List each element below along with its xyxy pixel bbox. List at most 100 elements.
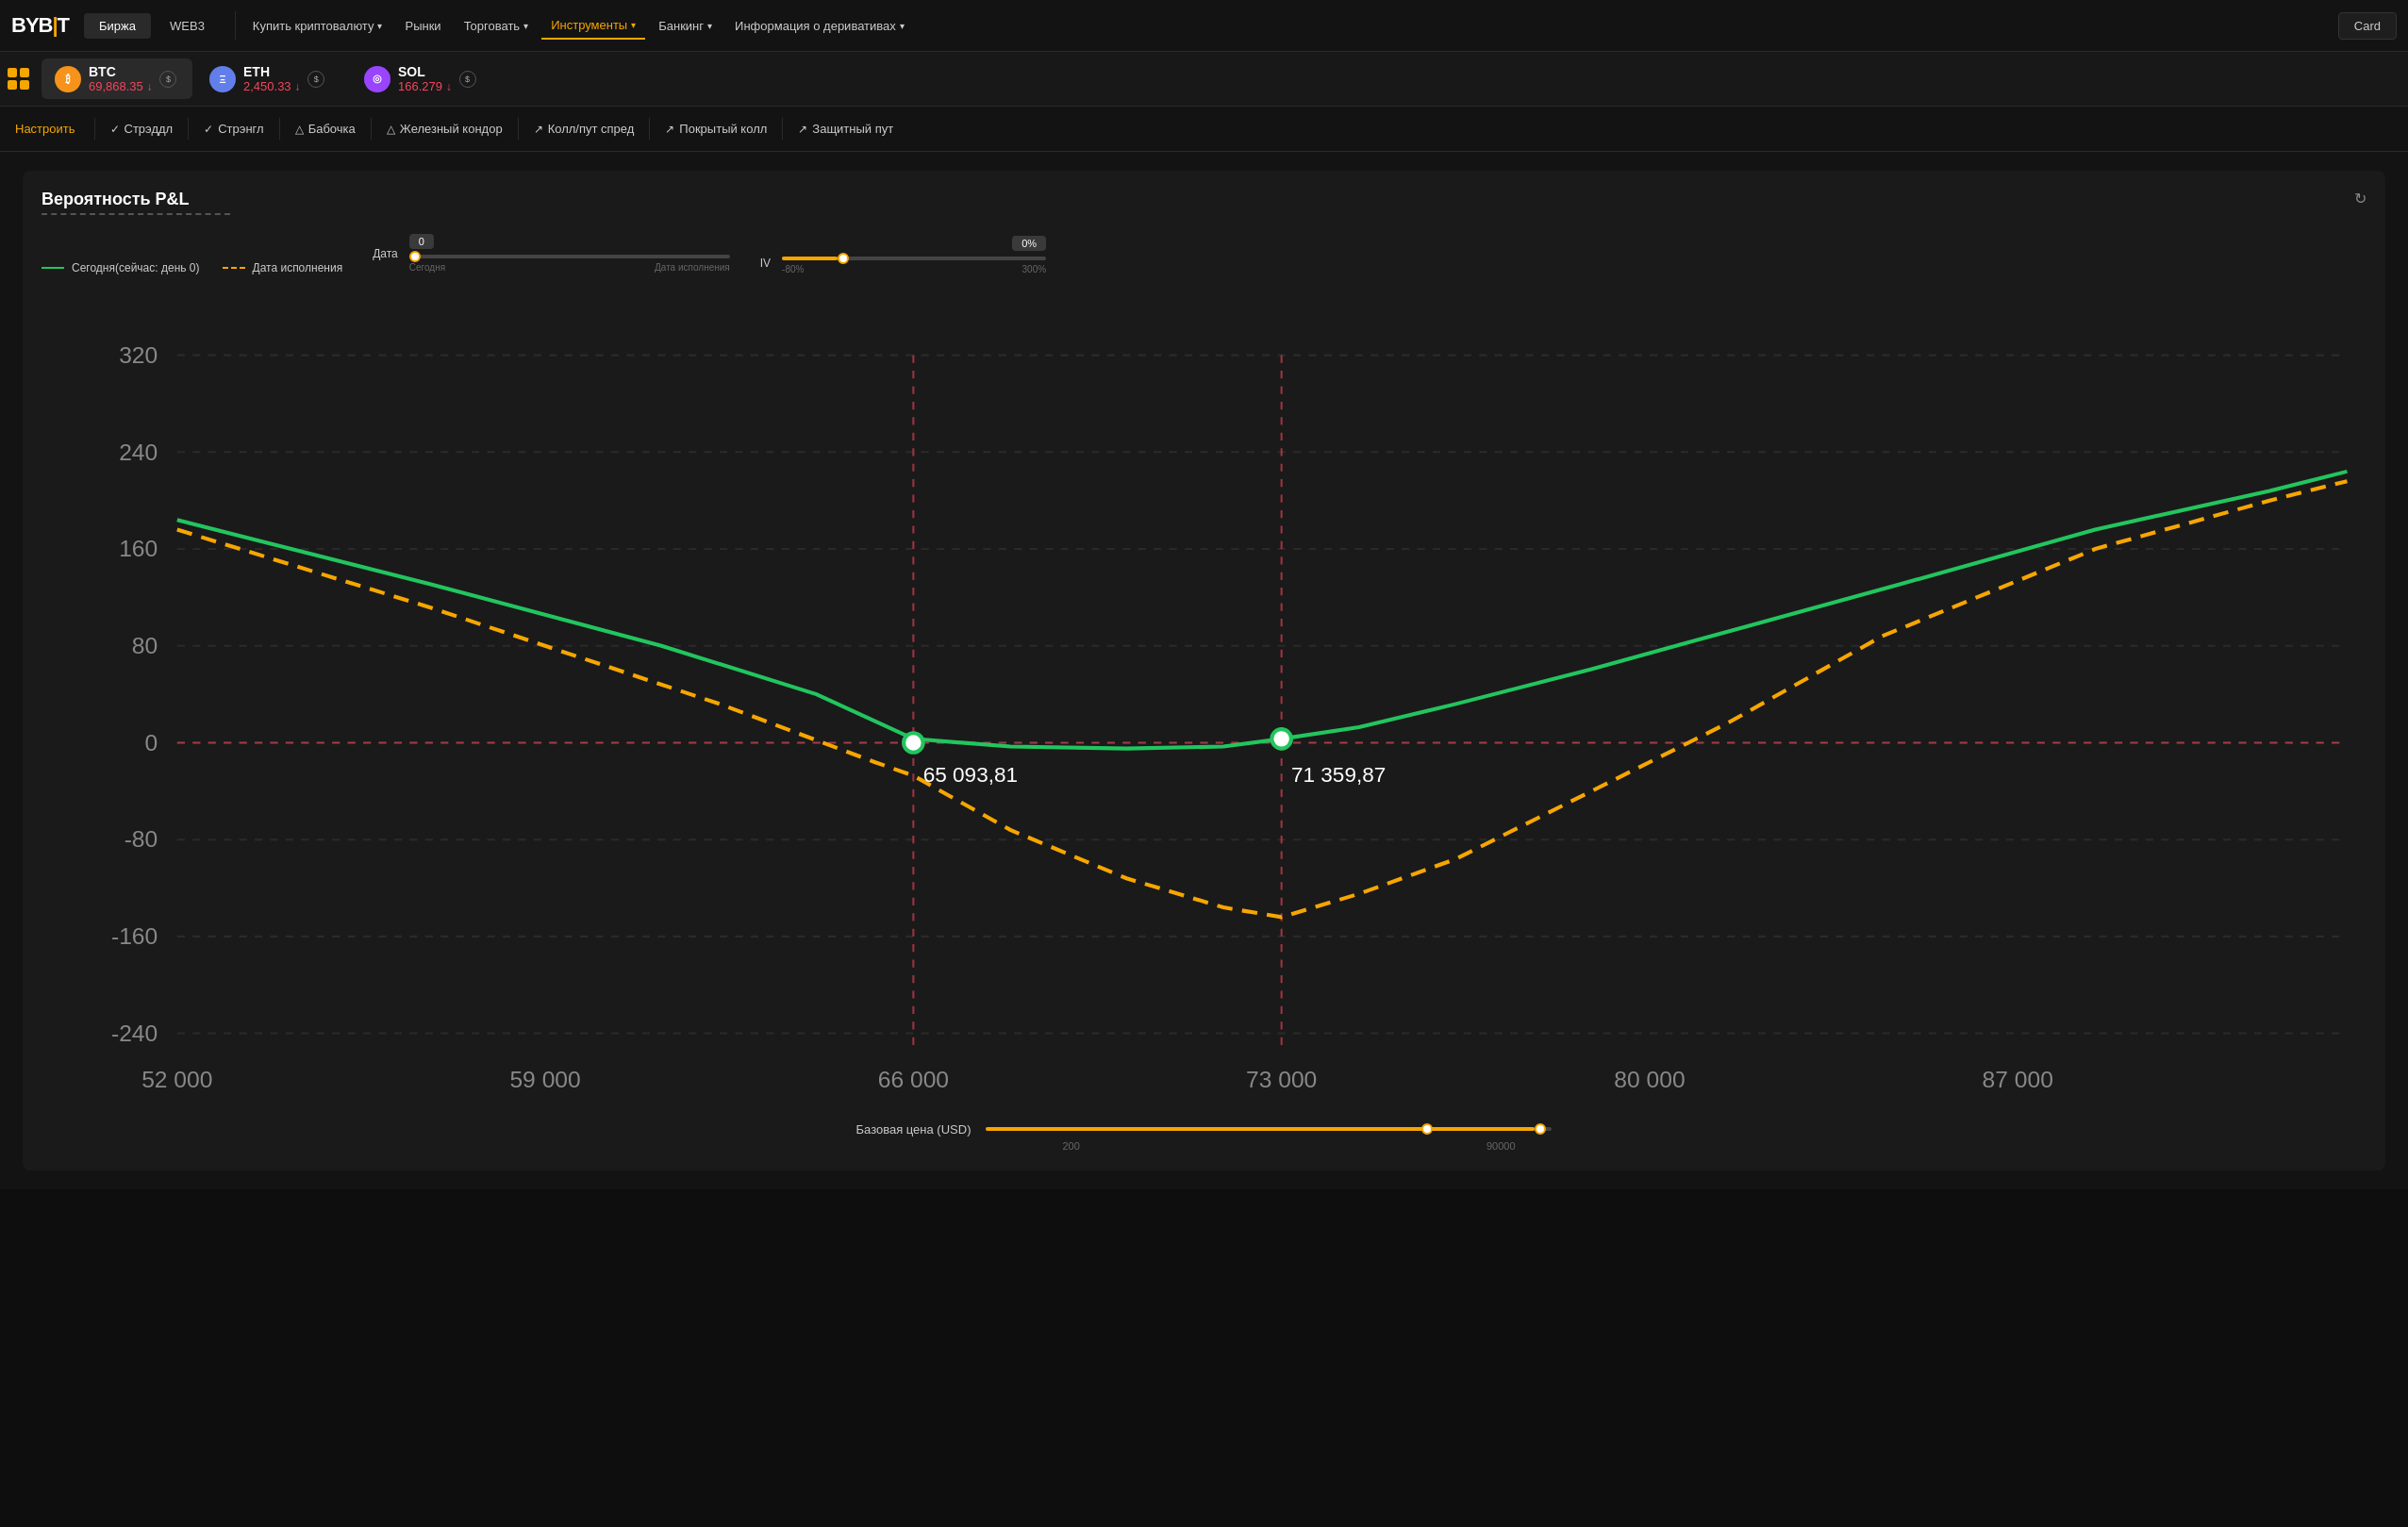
svg-text:73 000: 73 000 bbox=[1246, 1067, 1317, 1092]
legend-expiry: Дата исполнения bbox=[223, 261, 343, 274]
sol-icon: ◎ bbox=[364, 66, 390, 92]
nav-link-instruments[interactable]: Инструменты ▾ bbox=[541, 12, 645, 40]
check-icon: ✓ bbox=[110, 123, 120, 136]
strategy-covered-call[interactable]: ↗ Покрытый колл bbox=[649, 118, 782, 140]
sol-price: 166.279 ↓ bbox=[398, 79, 452, 93]
svg-text:160: 160 bbox=[119, 536, 158, 561]
iv-slider-group: IV 0% -80% 300% bbox=[760, 236, 1046, 274]
btc-price: 69,868.35 ↓ bbox=[89, 79, 152, 93]
chevron-down-icon: ▾ bbox=[377, 21, 382, 31]
chart-legend: Сегодня(сейчас: день 0) Дата исполнения bbox=[42, 261, 342, 274]
legend-green-line bbox=[42, 267, 64, 269]
chevron-down-icon: ▾ bbox=[707, 21, 712, 31]
ticker-bar: ₿ BTC 69,868.35 ↓ $ Ξ ETH 2,450.33 ↓ $ ◎… bbox=[0, 52, 2408, 107]
chart-area: 320 240 160 80 0 -80 -160 -240 52 000 59… bbox=[42, 297, 2366, 1111]
strategy-protective-put[interactable]: ↗ Защитный пут bbox=[782, 118, 908, 140]
svg-text:66 000: 66 000 bbox=[878, 1067, 949, 1092]
nav-tab-birzha[interactable]: Биржа bbox=[84, 13, 151, 39]
logo[interactable]: BYB|T bbox=[11, 13, 69, 38]
eth-icon: Ξ bbox=[209, 66, 236, 92]
legend-today: Сегодня(сейчас: день 0) bbox=[42, 261, 200, 274]
eth-price: 2,450.33 ↓ bbox=[243, 79, 300, 93]
eth-symbol: ETH bbox=[243, 64, 300, 79]
date-slider-labels: Сегодня Дата исполнения bbox=[409, 262, 730, 273]
chevron-down-icon: ▾ bbox=[631, 20, 636, 30]
nav-link-markets[interactable]: Рынки bbox=[395, 13, 450, 39]
breakeven-left-label: 65 093,81 bbox=[923, 763, 1018, 787]
ticker-btc[interactable]: ₿ BTC 69,868.35 ↓ $ bbox=[42, 58, 192, 99]
eth-down-arrow: ↓ bbox=[294, 80, 300, 93]
nav-divider bbox=[235, 11, 236, 40]
btc-icon: ₿ bbox=[55, 66, 81, 92]
strategy-straddle[interactable]: ✓ Стрэддл bbox=[94, 118, 189, 140]
nav-link-derivatives[interactable]: Информация о деривативах ▾ bbox=[725, 13, 914, 39]
svg-text:-80: -80 bbox=[125, 826, 158, 852]
svg-text:80 000: 80 000 bbox=[1614, 1067, 1685, 1092]
strategy-call-put-spread[interactable]: ↗ Колл/пут спред bbox=[518, 118, 650, 140]
date-slider-label: Дата bbox=[373, 247, 398, 260]
date-slider-bubble: 0 bbox=[409, 234, 434, 249]
bottom-slider-fill bbox=[986, 1127, 1535, 1131]
date-slider-track[interactable] bbox=[409, 255, 730, 258]
card-button[interactable]: Card bbox=[2338, 12, 2397, 40]
btc-coin-icon: $ bbox=[159, 71, 176, 88]
arrow-icon: ↗ bbox=[798, 123, 807, 136]
svg-text:59 000: 59 000 bbox=[509, 1067, 580, 1092]
svg-text:-160: -160 bbox=[111, 923, 158, 949]
triangle-icon: △ bbox=[387, 123, 395, 136]
sol-coin-icon: $ bbox=[459, 71, 476, 88]
svg-text:-240: -240 bbox=[111, 1021, 158, 1046]
main-content: Вероятность P&L ↻ Сегодня(сейчас: день 0… bbox=[0, 152, 2408, 1189]
svg-text:320: 320 bbox=[119, 342, 158, 368]
nav-link-trade[interactable]: Торговать ▾ bbox=[455, 13, 539, 39]
strategy-butterfly[interactable]: △ Бабочка bbox=[279, 118, 371, 140]
breakeven-right-dot bbox=[1271, 729, 1291, 749]
eth-coin-icon: $ bbox=[307, 71, 324, 88]
iv-slider-label: IV bbox=[760, 257, 771, 270]
breakeven-right-label: 71 359,87 bbox=[1291, 763, 1386, 787]
iv-slider-labels: -80% 300% bbox=[782, 264, 1046, 274]
strategy-iron-condor[interactable]: △ Железный кондор bbox=[371, 118, 518, 140]
btc-down-arrow: ↓ bbox=[146, 80, 152, 93]
sol-symbol: SOL bbox=[398, 64, 452, 79]
iv-slider-track[interactable] bbox=[782, 257, 1046, 260]
iv-slider-bubble: 0% bbox=[1012, 236, 1046, 251]
bottom-slider-section: Базовая цена (USD) 200 90000 bbox=[42, 1122, 2366, 1152]
strategy-bar: Настроить ✓ Стрэддл ✓ Стрэнгл △ Бабочка … bbox=[0, 107, 2408, 152]
pl-chart-svg: 320 240 160 80 0 -80 -160 -240 52 000 59… bbox=[42, 297, 2366, 1111]
check-icon: ✓ bbox=[204, 123, 213, 136]
header: BYB|T Биржа WEB3 Купить криптовалюту ▾ Р… bbox=[0, 0, 2408, 52]
btc-symbol: BTC bbox=[89, 64, 152, 79]
legend-orange-dashed-line bbox=[223, 267, 245, 269]
strategy-strangle[interactable]: ✓ Стрэнгл bbox=[188, 118, 278, 140]
refresh-button[interactable]: ↻ bbox=[2354, 190, 2366, 207]
ticker-sol[interactable]: ◎ SOL 166.279 ↓ $ bbox=[351, 58, 502, 99]
triangle-icon: △ bbox=[295, 123, 304, 136]
nav-link-buy[interactable]: Купить криптовалюту ▾ bbox=[243, 13, 392, 39]
nav-tab-web3[interactable]: WEB3 bbox=[155, 13, 220, 39]
chevron-down-icon: ▾ bbox=[900, 21, 905, 31]
breakeven-left-dot bbox=[904, 733, 923, 753]
chevron-down-icon: ▾ bbox=[523, 21, 528, 31]
arrow-icon: ↗ bbox=[665, 123, 674, 136]
chart-card: Вероятность P&L ↻ Сегодня(сейчас: день 0… bbox=[23, 171, 2385, 1170]
nav-links: Купить криптовалюту ▾ Рынки Торговать ▾ … bbox=[243, 12, 2338, 40]
svg-text:0: 0 bbox=[145, 730, 158, 755]
bottom-slider-right-thumb[interactable] bbox=[1535, 1123, 1546, 1135]
svg-text:240: 240 bbox=[119, 440, 158, 465]
sol-down-arrow: ↓ bbox=[446, 80, 452, 93]
ticker-eth[interactable]: Ξ ETH 2,450.33 ↓ $ bbox=[196, 58, 347, 99]
chart-title: Вероятность P&L bbox=[42, 190, 230, 209]
svg-text:87 000: 87 000 bbox=[1983, 1067, 2053, 1092]
grid-icon[interactable] bbox=[8, 68, 30, 91]
svg-text:80: 80 bbox=[132, 633, 158, 658]
svg-text:52 000: 52 000 bbox=[141, 1067, 212, 1092]
date-slider-group: Дата 0 Сегодня Дата исполнения bbox=[373, 234, 730, 274]
bottom-slider-track[interactable] bbox=[986, 1127, 1552, 1131]
bottom-slider-label: Базовая цена (USD) bbox=[856, 1122, 972, 1137]
bottom-slider-labels: 200 90000 bbox=[893, 1140, 1516, 1152]
nav-link-banking[interactable]: Банкинг ▾ bbox=[649, 13, 722, 39]
bottom-slider-left-thumb[interactable] bbox=[1421, 1123, 1433, 1135]
nav-tabs: Биржа WEB3 bbox=[84, 13, 220, 39]
customize-button[interactable]: Настроить bbox=[15, 122, 75, 136]
